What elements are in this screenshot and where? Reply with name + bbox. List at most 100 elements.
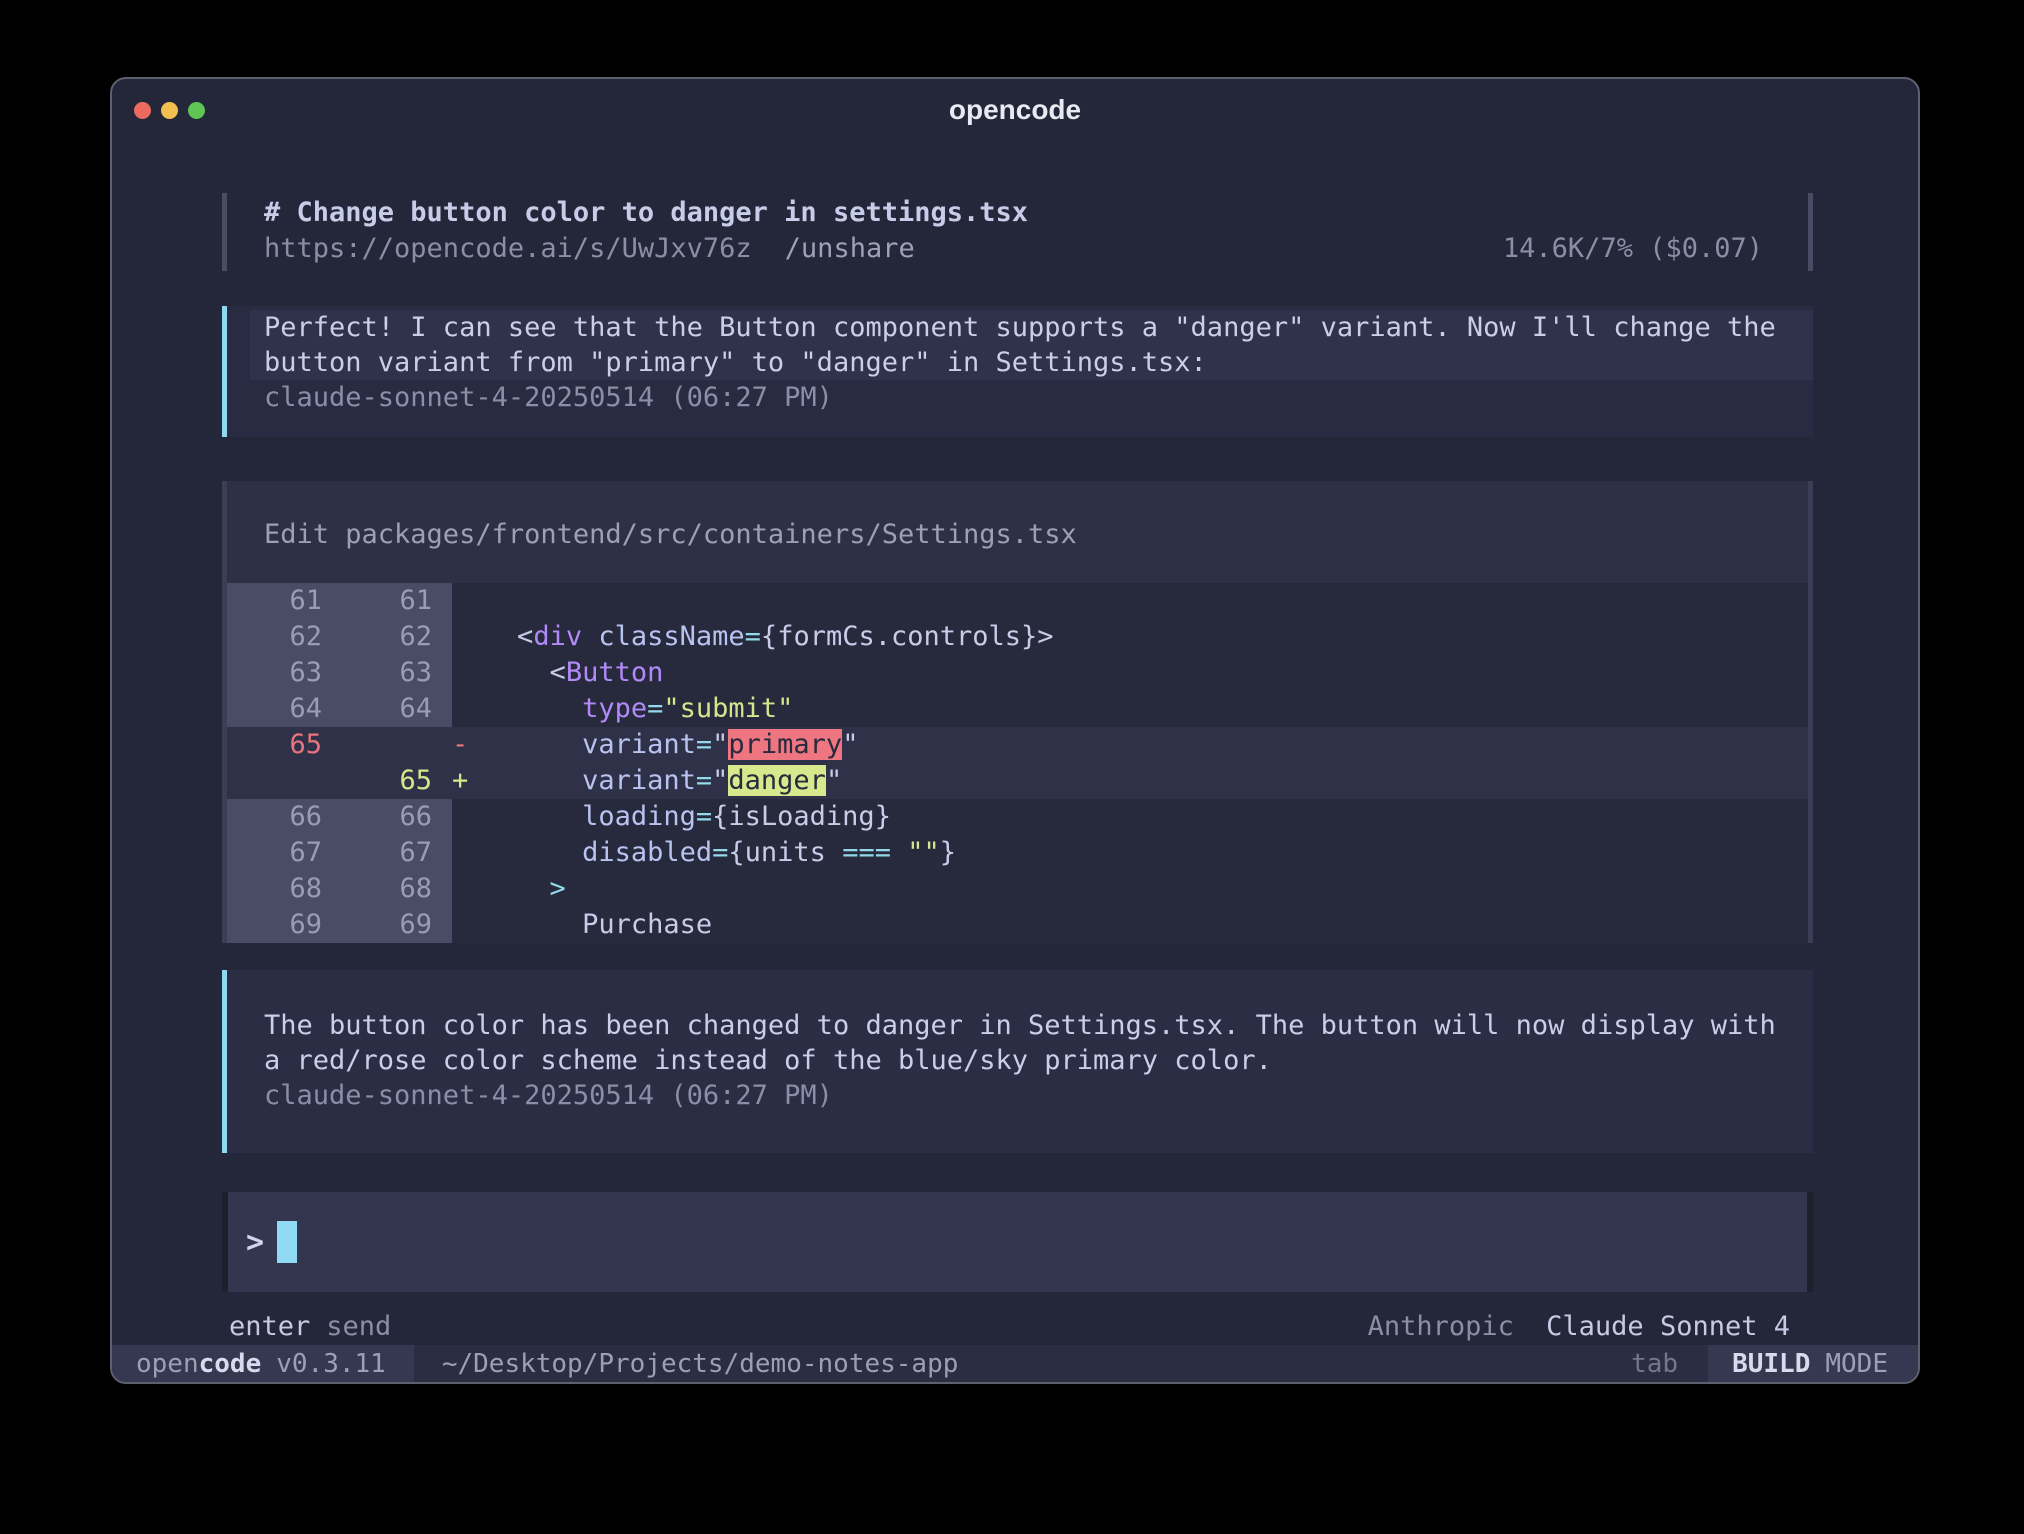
session-header: # Change button color to danger in setti… (222, 193, 1813, 271)
diff-marker (452, 693, 468, 724)
mode-name: BUILD (1732, 1349, 1810, 1379)
window-title: opencode (112, 79, 1918, 141)
send-action-hint: send (326, 1310, 391, 1344)
code-token: formCs.controls (777, 621, 1021, 652)
diff-old-line-number: 64 (227, 691, 342, 727)
code-token: isLoading (728, 801, 874, 832)
session-meta-row: https://opencode.ai/s/UwJxv76z /unshare … (264, 231, 1763, 267)
tab-key-hint: tab (1631, 1349, 1678, 1379)
diff-code-line: - variant="primary" (452, 727, 858, 763)
diff-row: 6363 <Button (227, 655, 1808, 691)
code-token: }> (1021, 621, 1054, 652)
diff-old-line-number: 61 (227, 583, 342, 619)
text-cursor (277, 1221, 297, 1263)
diff-code-line: <div className={formCs.controls}> (452, 619, 1054, 655)
diff-row: 6666 loading={isLoading} (227, 799, 1808, 835)
code-token: { (728, 837, 744, 868)
diff-marker (452, 873, 468, 904)
context-stats: 14.6K/7% ($0.07) (1503, 231, 1763, 267)
diff-new-line-number: 69 (342, 907, 452, 943)
message-text: The button color has been changed to dan… (264, 1008, 1813, 1078)
code-token: === (842, 837, 891, 868)
app-version-chip: opencode v0.3.11 (112, 1345, 414, 1382)
code-token: { (761, 621, 777, 652)
diff-row: 6565- variant="primary" (227, 727, 1808, 763)
model-timestamp: claude-sonnet-4-20250514 (06:27 PM) (264, 380, 1813, 415)
code-token: "submit" (663, 693, 793, 724)
diff-marker (452, 801, 468, 832)
diff-new-line-number: 62 (342, 619, 452, 655)
code-token: className (582, 621, 745, 652)
code-token: danger (728, 765, 826, 796)
diff-code-line: + variant="danger" (452, 763, 842, 799)
message-line: a red/rose color scheme instead of the b… (264, 1043, 1813, 1078)
diff-rows: 6161 6262 <div className={formCs.control… (227, 583, 1808, 943)
model-timestamp: claude-sonnet-4-20250514 (06:27 PM) (264, 1078, 1813, 1113)
diff-row: 6767 disabled={units === ""} (227, 835, 1808, 871)
diff-marker (452, 657, 468, 688)
code-token: " (826, 765, 842, 796)
diff-old-line-number: 62 (227, 619, 342, 655)
diff-new-line-number: 68 (342, 871, 452, 907)
prompt-input[interactable]: > (222, 1192, 1813, 1292)
provider-name: Anthropic (1368, 1311, 1514, 1342)
code-token: div (533, 621, 582, 652)
code-token: " (712, 729, 728, 760)
code-token: = (696, 801, 712, 832)
code-token: = (647, 693, 663, 724)
code-token: loading (582, 801, 696, 832)
status-right: tab BUILD MODE (1631, 1345, 1918, 1382)
code-token: variant (582, 729, 696, 760)
diff-new-line-number: 65 (342, 727, 452, 763)
diff-marker (452, 909, 468, 940)
diff-old-line-number: 65 (227, 763, 342, 799)
enter-key-hint: enter (229, 1310, 310, 1344)
diff-code-line (452, 583, 485, 619)
code-token: Button (566, 657, 664, 688)
diff-row: 6868 > (227, 871, 1808, 907)
diff-row: 6565+ variant="danger" (227, 763, 1808, 799)
diff-code-line: type="submit" (452, 691, 793, 727)
diff-new-line-number: 65 (342, 763, 452, 799)
app-window: opencode # Change button color to danger… (110, 77, 1920, 1384)
code-token: disabled (582, 837, 712, 868)
code-token: < (517, 621, 533, 652)
model-name: Claude Sonnet 4 (1546, 1311, 1790, 1342)
diff-old-line-number: 63 (227, 655, 342, 691)
code-token: = (745, 621, 761, 652)
diff-marker: + (452, 765, 468, 796)
diff-code-line: > (452, 871, 566, 907)
code-token: units (745, 837, 843, 868)
diff-new-line-number: 64 (342, 691, 452, 727)
hint-row: enter send Anthropic Claude Sonnet 4 (229, 1310, 1806, 1344)
code-token: primary (728, 729, 842, 760)
code-token: type (582, 693, 647, 724)
diff-row: 6161 (227, 583, 1808, 619)
titlebar: opencode (112, 79, 1918, 141)
working-directory: ~/Desktop/Projects/demo-notes-app (442, 1349, 959, 1379)
app-version: v0.3.11 (276, 1349, 386, 1379)
code-token: " (842, 729, 858, 760)
diff-marker (452, 621, 468, 652)
code-token: "" (907, 837, 940, 868)
diff-new-line-number: 63 (342, 655, 452, 691)
diff-marker (452, 837, 468, 868)
model-indicator: Anthropic Claude Sonnet 4 (1368, 1310, 1806, 1344)
share-url[interactable]: https://opencode.ai/s/UwJxv76z (264, 231, 752, 267)
mode-chip[interactable]: BUILD MODE (1708, 1345, 1918, 1382)
edit-tool-block: Edit packages/frontend/src/containers/Se… (222, 481, 1813, 943)
code-token: = (696, 765, 712, 796)
diff-code-line: Purchase (452, 907, 712, 943)
code-token: > (550, 873, 566, 904)
diff-new-line-number: 67 (342, 835, 452, 871)
code-token: variant (582, 765, 696, 796)
message-line: Perfect! I can see that the Button compo… (264, 310, 1813, 345)
code-token: } (875, 801, 891, 832)
code-token: " (712, 765, 728, 796)
diff-old-line-number: 66 (227, 799, 342, 835)
unshare-command[interactable]: /unshare (785, 231, 915, 267)
diff-old-line-number: 69 (227, 907, 342, 943)
message-text: Perfect! I can see that the Button compo… (250, 310, 1813, 380)
session-title: # Change button color to danger in setti… (264, 195, 1763, 231)
diff-row: 6464 type="submit" (227, 691, 1808, 727)
